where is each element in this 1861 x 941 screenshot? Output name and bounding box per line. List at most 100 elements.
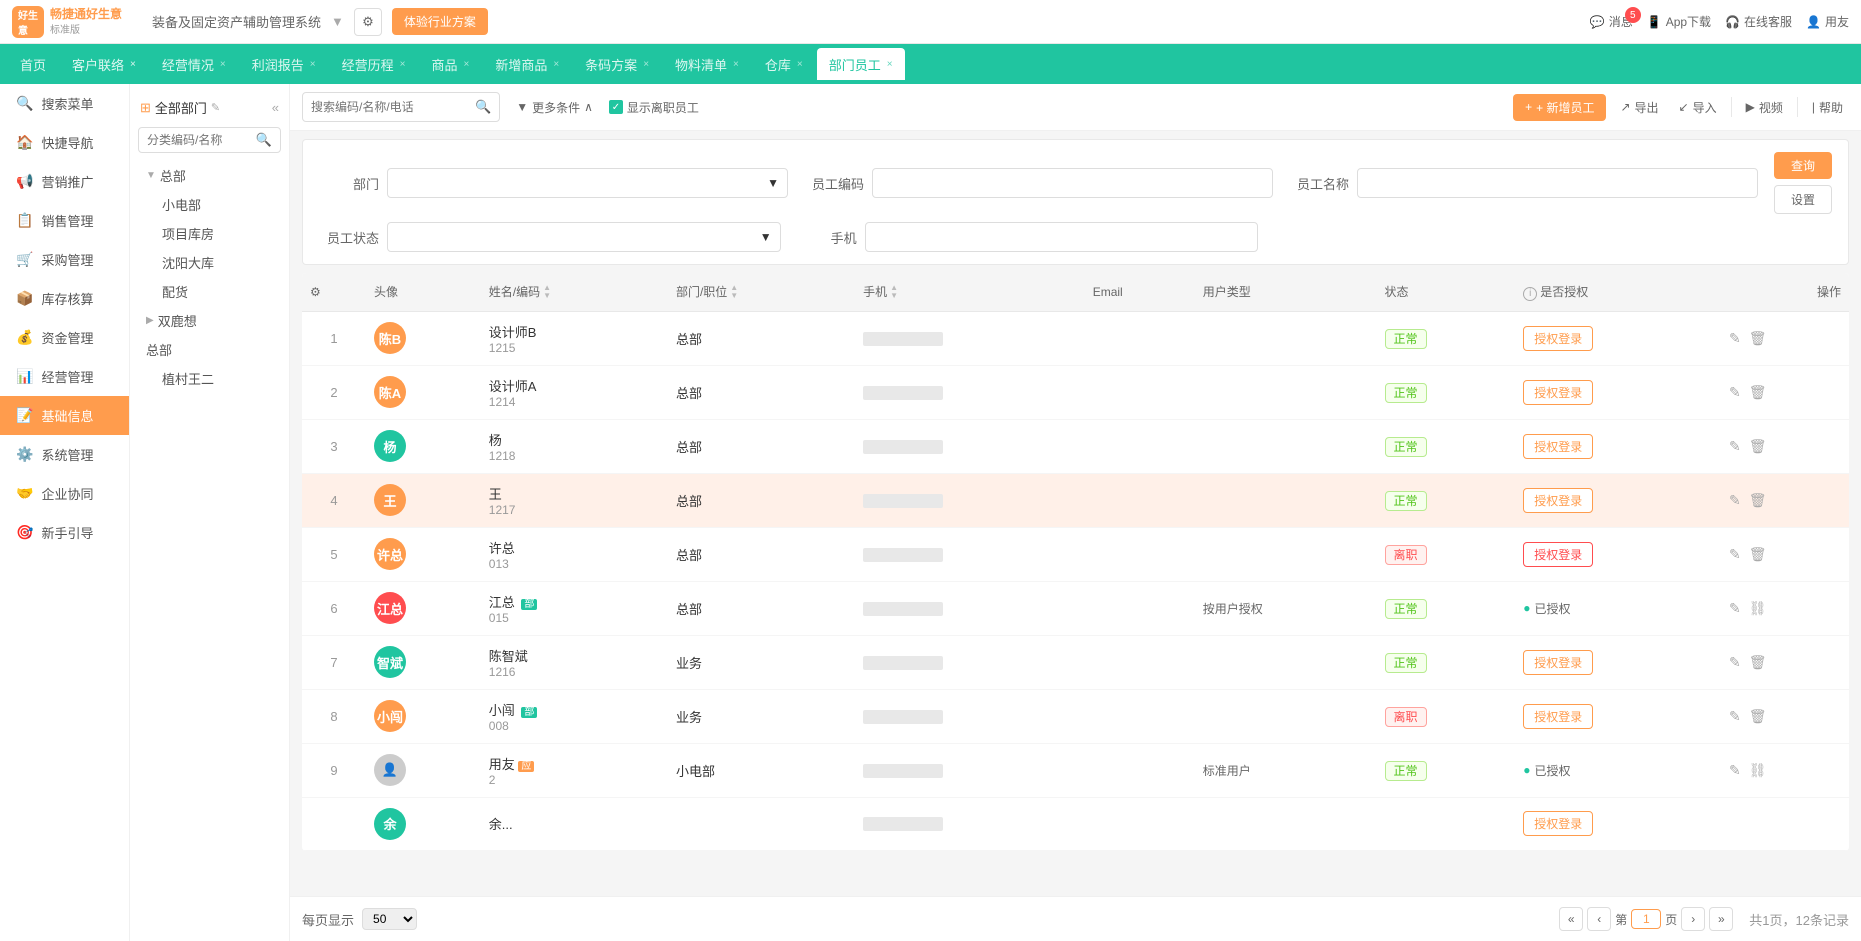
user-avatar[interactable]: 👤 用友 <box>1806 13 1849 30</box>
auth-btn[interactable]: 授权登录 <box>1523 326 1593 351</box>
dept-item-peihuo[interactable]: 配货 <box>130 277 289 306</box>
add-employee-btn[interactable]: + + 新增员工 <box>1513 94 1606 121</box>
tab-close[interactable]: × <box>400 59 406 70</box>
tab-close[interactable]: × <box>220 59 226 70</box>
tab-customer[interactable]: 客户联络× <box>60 48 148 80</box>
dept-select[interactable]: ▼ <box>387 168 788 198</box>
more-filter-btn[interactable]: ▼ 更多条件 ∧ <box>508 95 601 120</box>
phone-input[interactable] <box>865 222 1259 252</box>
gear-button[interactable]: ⚙ <box>354 8 382 36</box>
tab-close[interactable]: × <box>733 59 739 70</box>
auth-btn[interactable]: 授权登录 <box>1523 380 1593 405</box>
sidebar-item-purchase[interactable]: 🛒 采购管理 <box>0 240 129 279</box>
tab-close[interactable]: × <box>797 59 803 70</box>
sidebar-item-operation[interactable]: 📊 经营管理 <box>0 357 129 396</box>
tab-goods[interactable]: 商品× <box>419 48 481 80</box>
tab-history[interactable]: 经营历程× <box>330 48 418 80</box>
auth-btn[interactable]: 授权登录 <box>1523 704 1593 729</box>
sidebar-item-system[interactable]: ⚙️ 系统管理 <box>0 435 129 474</box>
auth-btn[interactable]: 授权登录 <box>1523 650 1593 675</box>
dept-item-xiaodian[interactable]: 小电部 <box>130 190 289 219</box>
sidebar-item-enterprise[interactable]: 🤝 企业协同 <box>0 474 129 513</box>
delete-icon[interactable]: 🗑 <box>1749 492 1767 509</box>
sidebar-item-basic[interactable]: 📝 基础信息 <box>0 396 129 435</box>
emp-code-input[interactable] <box>872 168 1273 198</box>
help-btn[interactable]: | 帮助 <box>1806 95 1849 120</box>
try-btn[interactable]: 体验行业方案 <box>392 8 488 35</box>
link-icon[interactable]: ⛓ <box>1749 600 1767 617</box>
tab-add-goods[interactable]: 新增商品× <box>483 48 571 80</box>
edit-icon[interactable]: ✎ <box>1729 330 1741 347</box>
sidebar-item-shortcut[interactable]: 🏠 快捷导航 <box>0 123 129 162</box>
tab-department[interactable]: 部门员工× <box>817 48 905 80</box>
view-btn[interactable]: ▶ 视频 <box>1740 95 1789 120</box>
delete-icon[interactable]: 🗑 <box>1749 546 1767 563</box>
sidebar-item-guide[interactable]: 🎯 新手引导 <box>0 513 129 552</box>
col-dept-sort[interactable]: 部门/职位 ▲▼ <box>676 283 847 300</box>
sidebar-item-marketing[interactable]: 📢 营销推广 <box>0 162 129 201</box>
sidebar-item-sales[interactable]: 📋 销售管理 <box>0 201 129 240</box>
prev-page-btn[interactable]: ‹ <box>1587 907 1611 931</box>
link-icon[interactable]: ⛓ <box>1749 762 1767 779</box>
edit-icon[interactable]: ✎ <box>1729 384 1741 401</box>
dept-item-project[interactable]: 项目库房 <box>130 219 289 248</box>
dropdown-arrow-icon[interactable]: ▼ <box>331 14 344 29</box>
dept-item-shuanglu[interactable]: ▶ 双鹿想 <box>130 306 289 335</box>
edit-icon[interactable]: ✎ <box>211 101 220 114</box>
edit-icon[interactable]: ✎ <box>1729 600 1741 617</box>
current-page-input[interactable] <box>1631 909 1661 929</box>
last-page-btn[interactable]: » <box>1709 907 1733 931</box>
page-size-select[interactable]: 50 100 200 <box>362 908 417 930</box>
col-phone-sort[interactable]: 手机 ▲▼ <box>863 283 1077 300</box>
edit-icon[interactable]: ✎ <box>1729 762 1741 779</box>
next-page-btn[interactable]: › <box>1681 907 1705 931</box>
auth-btn-resigned[interactable]: 授权登录 <box>1523 542 1593 567</box>
status-select[interactable]: ▼ <box>387 222 781 252</box>
sidebar-item-finance[interactable]: 💰 资金管理 <box>0 318 129 357</box>
dept-search-input[interactable] <box>147 133 256 147</box>
query-btn[interactable]: 查询 <box>1774 152 1832 179</box>
settings-col[interactable]: ⚙ <box>310 285 358 299</box>
tab-close[interactable]: × <box>887 59 893 70</box>
delete-icon[interactable]: 🗑 <box>1749 654 1767 671</box>
emp-name-input[interactable] <box>1357 168 1758 198</box>
tab-close[interactable]: × <box>310 59 316 70</box>
sidebar-item-inventory[interactable]: 📦 库存核算 <box>0 279 129 318</box>
tab-warehouse[interactable]: 仓库× <box>753 48 815 80</box>
tab-home[interactable]: 首页 <box>8 48 58 80</box>
show-former-toggle[interactable]: ✓ 显示离职员工 <box>609 99 699 116</box>
delete-icon[interactable]: 🗑 <box>1749 708 1767 725</box>
delete-icon[interactable]: 🗑 <box>1749 330 1767 347</box>
dept-item-zongbu[interactable]: ▼ 总部 <box>130 161 289 190</box>
reset-btn[interactable]: 设置 <box>1774 185 1832 214</box>
edit-icon[interactable]: ✎ <box>1729 708 1741 725</box>
export-btn[interactable]: ↗ 导出 <box>1614 95 1664 120</box>
dept-item-shenyang[interactable]: 沈阳大库 <box>130 248 289 277</box>
tab-close[interactable]: × <box>643 59 649 70</box>
sidebar-item-search[interactable]: 🔍 搜索菜单 <box>0 84 129 123</box>
delete-icon[interactable]: 🗑 <box>1749 384 1767 401</box>
tab-close[interactable]: × <box>463 59 469 70</box>
edit-icon[interactable]: ✎ <box>1729 492 1741 509</box>
auth-btn[interactable]: 授权登录 <box>1523 811 1593 836</box>
auth-btn[interactable]: 授权登录 <box>1523 488 1593 513</box>
delete-icon[interactable]: 🗑 <box>1749 438 1767 455</box>
tab-operation[interactable]: 经营情况× <box>150 48 238 80</box>
edit-icon[interactable]: ✎ <box>1729 438 1741 455</box>
col-name-sort[interactable]: 姓名/编码 ▲▼ <box>489 283 660 300</box>
edit-icon[interactable]: ✎ <box>1729 546 1741 563</box>
edit-icon[interactable]: ✎ <box>1729 654 1741 671</box>
tab-profit[interactable]: 利润报告× <box>240 48 328 80</box>
tab-close[interactable]: × <box>553 59 559 70</box>
collapse-icon[interactable]: « <box>272 100 279 115</box>
search-input[interactable] <box>311 100 471 114</box>
import-btn[interactable]: ↙ 导入 <box>1673 95 1723 120</box>
tab-bom[interactable]: 物料清单× <box>663 48 751 80</box>
online-service-btn[interactable]: 🎧 在线客服 <box>1725 13 1792 30</box>
first-page-btn[interactable]: « <box>1559 907 1583 931</box>
auth-btn[interactable]: 授权登录 <box>1523 434 1593 459</box>
dept-item-zongbu2[interactable]: 总部 <box>130 335 289 364</box>
dept-item-zhicun[interactable]: 植村王二 <box>130 364 289 393</box>
message-btn[interactable]: 💬 消息 5 <box>1590 13 1633 30</box>
app-download-btn[interactable]: 📱 App下载 <box>1647 13 1711 30</box>
